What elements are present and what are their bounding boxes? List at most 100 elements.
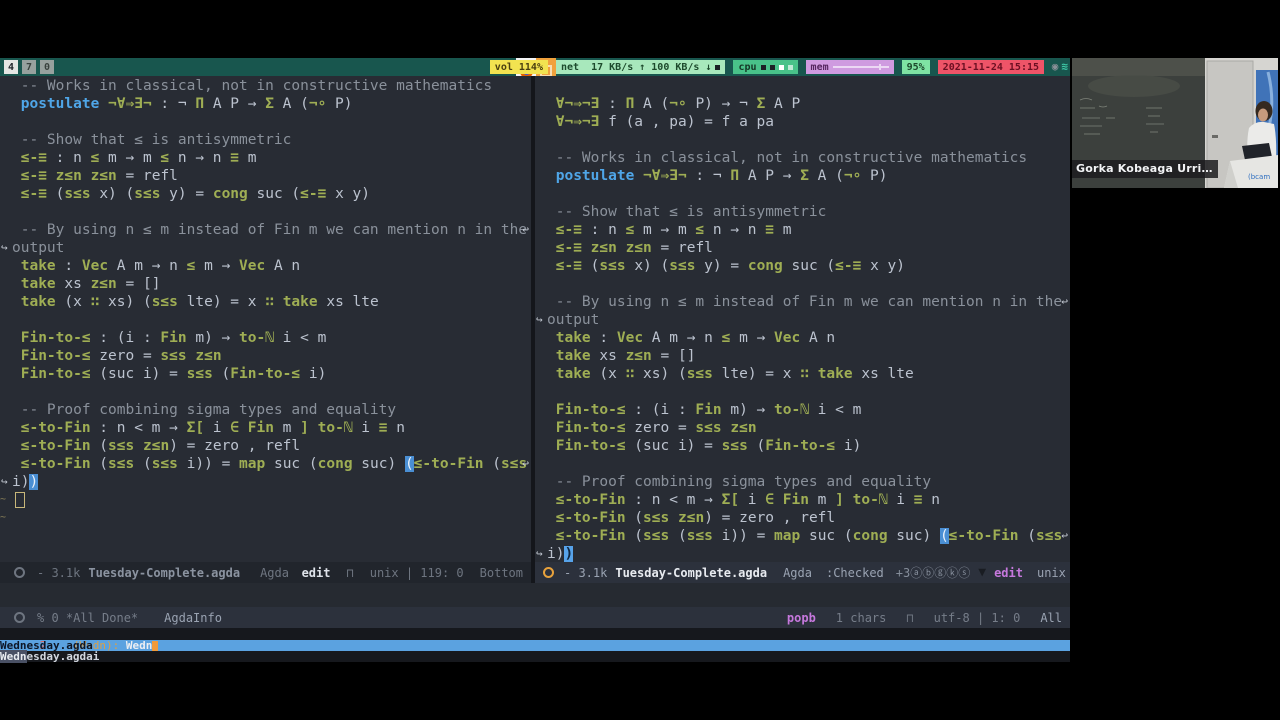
code-line: ≤-≡ : n ≤ m → m ≤ n → n ≡ m	[12, 150, 257, 166]
code-line: -- Show that ≤ is antisymmetric	[547, 204, 827, 220]
obs-icon[interactable]: ≋	[1061, 60, 1068, 74]
clock-indicator: 2021-11-24 15:15	[937, 60, 1044, 74]
workspace-tab-0[interactable]: 0	[40, 60, 54, 74]
volume-indicator: vol 114%	[489, 60, 548, 74]
code-line: take (x ∷ xs) (s≤s lte) = x ∷ take xs lt…	[547, 366, 914, 382]
completion-item[interactable]: Wednesday.agda	[0, 640, 1070, 651]
encoding-position: unix | 118:63	[1036, 565, 1066, 580]
editor-pane-left[interactable]: -- Works in classical, not in constructi…	[0, 76, 531, 562]
char-count: 1 chars	[835, 610, 887, 625]
encoding-position: utf-8 | 1: 0	[933, 610, 1021, 625]
triangle-icon: ▼	[978, 565, 987, 580]
cpu-indicator: cpu	[733, 60, 798, 74]
empty-line-icon: ~	[0, 512, 7, 523]
code-line: take : Vec A m → n ≤ m → Vec A n	[12, 258, 301, 274]
code-line: Fin-to-≤ (suc i) = s≤s (Fin-to-≤ i)	[12, 366, 327, 382]
editor-pane-right[interactable]: ∀¬⇒¬∃ : Π A (¬∘ P) → ¬ Σ A P ∀¬⇒¬∃ f (a …	[535, 76, 1070, 562]
empty-line-icon: ~	[0, 494, 7, 505]
modeline-left: - 3.1k Tuesday-Complete.agda Agda edit ⊓…	[0, 562, 531, 583]
code-line: -- Show that ≤ is antisymmetric	[12, 132, 292, 148]
completion-item[interactable]: Wednesday.agdai	[0, 650, 1070, 663]
code-line: ≤-≡ z≤n z≤n = refl	[547, 240, 713, 256]
webcam-video: (bcam Gorka Kobeaga Urri…	[1072, 58, 1278, 188]
buffer-size: - 3.1k	[37, 565, 81, 580]
scroll-position: Bottom	[479, 565, 523, 580]
tray-icons: ◉ ≋	[1052, 60, 1068, 74]
minibuffer-input[interactable]: Wedn	[126, 639, 153, 652]
network-indicator: net 17 KB/s ↑ 100 KB/s ↓	[555, 60, 726, 74]
speaker-nameplate: Gorka Kobeaga Urri…	[1072, 160, 1218, 178]
buffer-state-icon	[14, 612, 25, 623]
agda-checked-status: :Checked	[825, 565, 884, 580]
code-line: ≤-≡ (s≤s x) (s≤s y) = cong suc (≤-≡ x y)	[547, 258, 906, 274]
hollow-cursor	[15, 492, 25, 508]
code-line: -- By using n ≤ m instead of Fin m we ca…	[547, 294, 1068, 310]
buffer-name: Tuesday-Complete.agda	[88, 565, 241, 580]
code-line: ~	[0, 491, 531, 509]
code-line: ≤-to-Fin (s≤s (s≤s i)) = map suc (cong s…	[547, 528, 1068, 544]
modeline-right: - 3.1k Tuesday-Complete.agda Agda :Check…	[535, 562, 1070, 583]
memory-bar	[832, 64, 889, 70]
major-mode: Agda	[260, 565, 289, 580]
agda-info-window[interactable]	[0, 583, 1070, 607]
major-mode: AgdaInfo	[164, 610, 222, 625]
buffer-state-icon	[543, 567, 554, 578]
code-line: ≤-to-Fin : n < m → Σ[ i ∈ Fin m ] to-ℕ i…	[547, 492, 940, 508]
code-line: ∀¬⇒¬∃ f (a , pa) = f a pa	[547, 114, 774, 130]
code-line: ↪ output	[1, 240, 65, 256]
status-blocks: vol 114% net 17 KB/s ↑ 100 KB/s ↓ cpu me…	[489, 60, 1044, 74]
wrap-arrow-icon: ↩	[522, 457, 529, 470]
code-line: postulate ¬∀⇒∃¬ : ¬ Π A P → Σ A (¬∘ P)	[547, 168, 888, 184]
workspace-tab-7[interactable]: 7	[22, 60, 36, 74]
edit-state: edit	[301, 565, 331, 580]
code-line: ∀¬⇒¬∃ : Π A (¬∘ P) → ¬ Σ A P	[547, 96, 801, 112]
wrap-continuation-icon: ↪	[536, 313, 543, 326]
code-line: take xs z≤n = []	[12, 276, 161, 292]
minibuffer-prompt-line[interactable]: 2 (Wedn): Wedn	[0, 628, 1070, 652]
status-bar: 4 7 0 ema eun vol 114% net 17 KB/s ↑ 100…	[0, 58, 1070, 84]
encoding-position: unix | 119: 0	[369, 565, 464, 580]
record-icon[interactable]: ◉	[1052, 60, 1059, 74]
code-line: ↪ i))	[1, 474, 39, 490]
code-line: Fin-to-≤ : (i : Fin m) → to-ℕ i < m	[12, 330, 327, 346]
code-line: postulate ¬∀⇒∃¬ : ¬ Π A P → Σ A (¬∘ P)	[12, 96, 353, 112]
code-line: -- Proof combining sigma types and equal…	[547, 474, 932, 490]
code-line: ≤-to-Fin (s≤s z≤n) = zero , refl	[12, 438, 301, 454]
workspace-tab-4[interactable]: 4	[4, 60, 18, 74]
code-line: ≤-to-Fin (s≤s z≤n) = zero , refl	[547, 510, 836, 526]
code-line: take (x ∷ xs) (s≤s lte) = x ∷ take xs lt…	[12, 294, 379, 310]
buffer-name: Tuesday-Complete.agda	[615, 565, 768, 580]
code-line: ≤-≡ : n ≤ m → m ≤ n → n ≡ m	[547, 222, 792, 238]
code-line: take xs z≤n = []	[547, 348, 696, 364]
net-square-icon	[715, 64, 721, 70]
sep-icon: ⊓	[906, 610, 914, 625]
code-line: -- Proof combining sigma types and equal…	[12, 402, 397, 418]
code-line: ~	[0, 509, 531, 527]
code-line: Fin-to-≤ : (i : Fin m) → to-ℕ i < m	[547, 402, 862, 418]
code-line: Fin-to-≤ (suc i) = s≤s (Fin-to-≤ i)	[547, 438, 862, 454]
code-line: -- Works in classical, not in constructi…	[547, 150, 1028, 166]
wrap-continuation-icon: ↪	[536, 547, 543, 560]
sep-icon: ⊓	[346, 565, 354, 580]
wrap-arrow-icon: ↩	[1061, 295, 1068, 308]
minibuffer[interactable]: 2 (Wedn): Wedn Wednesday.agdaWednesday.a…	[0, 628, 1070, 663]
wrap-arrow-icon: ↩	[522, 223, 529, 236]
code-line: ≤-to-Fin (s≤s (s≤s i)) = map suc (cong s…	[12, 456, 529, 472]
battery-indicator: 95%	[901, 60, 930, 74]
memory-indicator: mem	[805, 60, 894, 74]
scroll-position: All	[1040, 610, 1062, 625]
buffer-state-icon	[14, 567, 25, 578]
code-line: ≤-≡ (s≤s x) (s≤s y) = cong suc (≤-≡ x y)	[12, 186, 371, 202]
video-frame: 4 7 0 ema eun vol 114% net 17 KB/s ↑ 100…	[0, 0, 1280, 720]
workspace-name: popb	[786, 610, 816, 625]
minor-mode-badges: +3ⓐⓑⓖⓚⓢ	[895, 566, 971, 580]
door-handle	[1212, 135, 1218, 138]
